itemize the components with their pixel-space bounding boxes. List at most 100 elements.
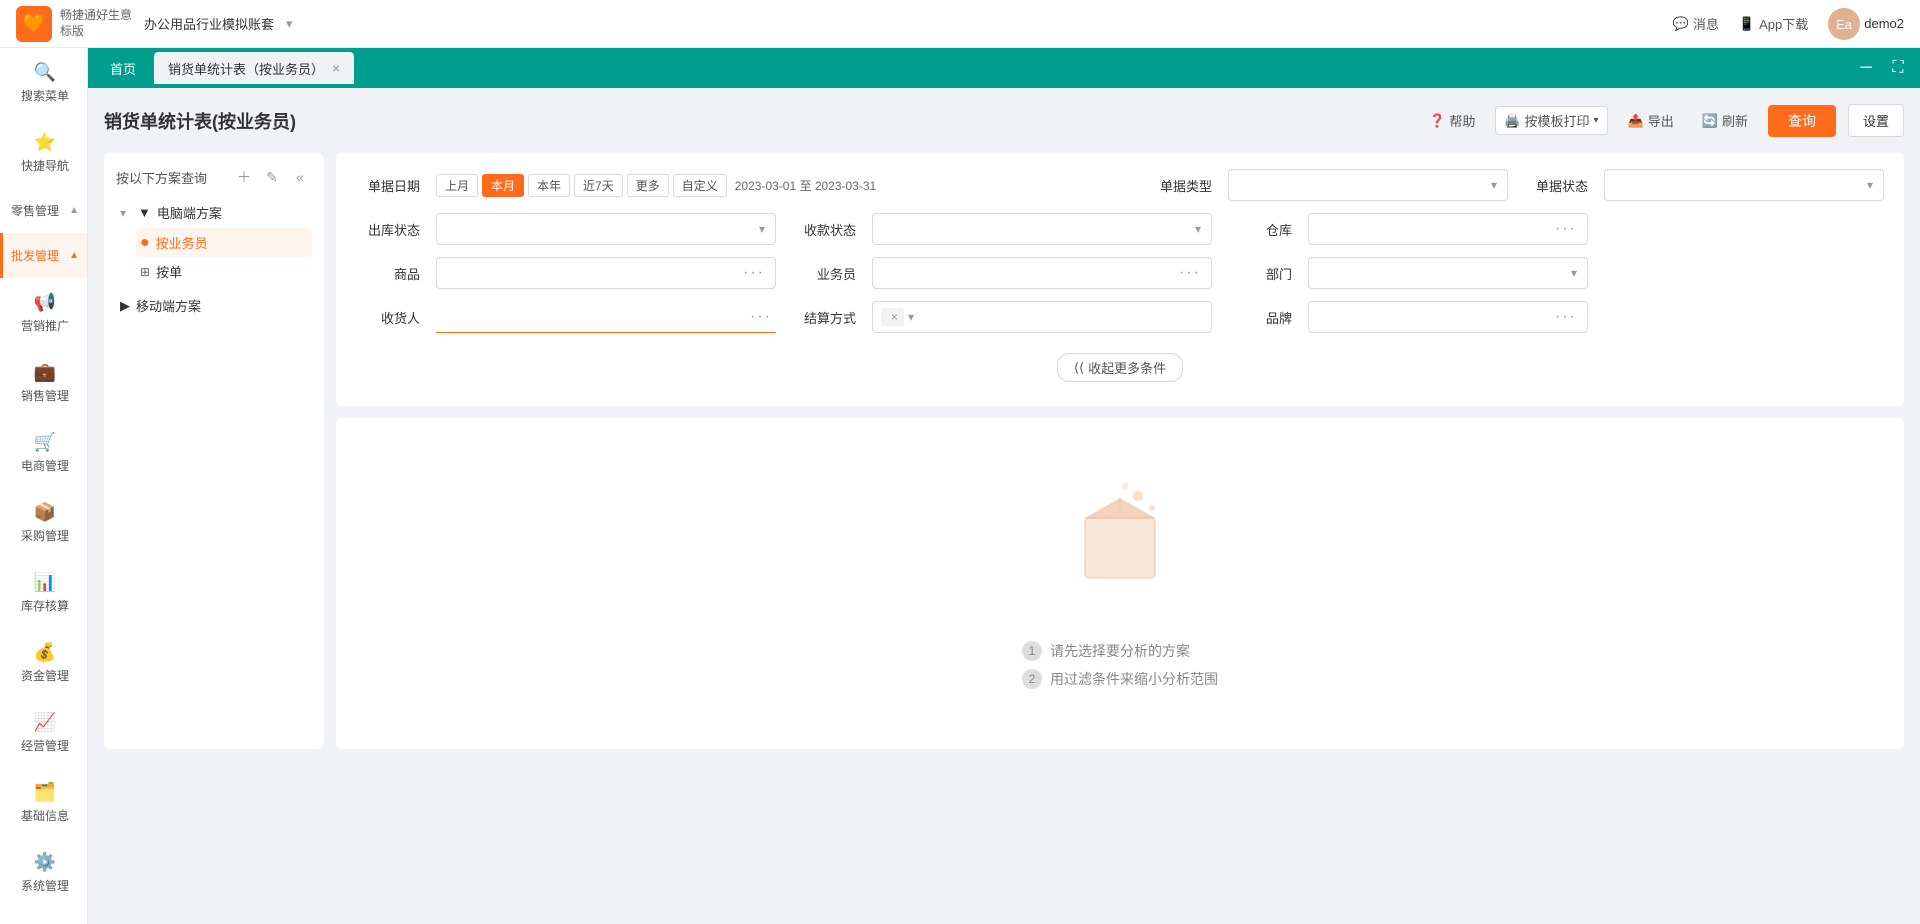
- edit-scheme-btn[interactable]: ✎: [260, 165, 284, 189]
- sidebar-item-wholesale[interactable]: 批发管理 ▲: [0, 233, 87, 278]
- grid-icon: ⊞: [140, 265, 150, 279]
- refresh-icon: 🔄: [1702, 113, 1718, 129]
- collapse-btn[interactable]: ⟨⟨ 收起更多条件: [1057, 353, 1183, 382]
- sidebar-item-nav[interactable]: ⭐ 快捷导航: [0, 118, 87, 188]
- help-btn[interactable]: ❓ 帮助: [1421, 107, 1483, 134]
- outbound-select[interactable]: [436, 213, 776, 245]
- collapse-panel-btn[interactable]: «: [288, 165, 312, 189]
- salesperson-select[interactable]: ···: [872, 257, 1212, 289]
- recipient-dots: ···: [750, 308, 772, 326]
- collapse-row: ⟨⟨ 收起更多条件: [356, 345, 1884, 390]
- payment-select[interactable]: [872, 213, 1212, 245]
- pc-expand-icon: [120, 206, 132, 220]
- logo-area: 🧡 畅捷通好生意 标版: [16, 6, 132, 42]
- page-wrapper: 销货单统计表(按业务员) ❓ 帮助 🖨️ 按模板打印 ▾ 📤: [88, 88, 1920, 924]
- department-label: 部门: [1228, 264, 1292, 283]
- payment-label: 收款状态: [792, 220, 856, 239]
- settlement-select[interactable]: ×: [872, 301, 1212, 333]
- sidebar-item-search[interactable]: 🔍 搜索菜单: [0, 48, 87, 118]
- last7-btn[interactable]: 近7天: [574, 174, 623, 197]
- user-menu[interactable]: Ea demo2: [1828, 8, 1904, 40]
- sidebar-item-system[interactable]: ⚙️ 系统管理: [0, 838, 87, 908]
- template-print-btn[interactable]: 🖨️ 按模板打印 ▾: [1495, 106, 1607, 135]
- doc-status-arrow: [1867, 178, 1873, 192]
- logo-icon: 🧡: [16, 6, 52, 42]
- filter-row-2: 出库状态 收款状态 仓库: [356, 213, 1884, 245]
- purchase-icon: 📦: [34, 502, 56, 523]
- tab-expand-btn[interactable]: ⛶: [1884, 54, 1912, 82]
- left-panel-header: 按以下方案查询 ＋ ✎ «: [116, 165, 312, 189]
- sidebar-item-business[interactable]: 📈 经营管理: [0, 698, 87, 768]
- date-btns: 上月 本月 本年 近7天 更多 自定义: [436, 174, 727, 197]
- doc-status-select[interactable]: [1604, 169, 1884, 201]
- warehouse-dots: ···: [1555, 220, 1577, 238]
- brand-dots: ···: [1555, 308, 1577, 326]
- product-select[interactable]: ···: [436, 257, 776, 289]
- this-month-btn[interactable]: 本月: [482, 174, 524, 197]
- doc-type-arrow: [1491, 178, 1497, 192]
- recipient-label: 收货人: [356, 308, 420, 327]
- system-dropdown[interactable]: ▾: [286, 16, 293, 32]
- outbound-arrow: [759, 222, 765, 236]
- ecom-icon: 🛒: [34, 432, 56, 453]
- sidebar-item-marketing[interactable]: 📢 营销推广: [0, 278, 87, 348]
- tab-home[interactable]: 首页: [96, 52, 150, 84]
- sidebar: 🔍 搜索菜单 ⭐ 快捷导航 零售管理 ▲ 批发管理 ▲ 📢 营销推广 💼 销售管…: [0, 48, 88, 924]
- avatar: Ea: [1828, 8, 1860, 40]
- main-layout: 🔍 搜索菜单 ⭐ 快捷导航 零售管理 ▲ 批发管理 ▲ 📢 营销推广 💼 销售管…: [0, 48, 1920, 924]
- settlement-arrow: [908, 310, 914, 324]
- svg-text:Ea: Ea: [1836, 17, 1853, 32]
- department-select[interactable]: [1308, 257, 1588, 289]
- last-month-btn[interactable]: 上月: [436, 174, 478, 197]
- sidebar-item-collab[interactable]: 🤝 企业协同: [0, 908, 87, 924]
- sidebar-item-ecom[interactable]: 🛒 电商管理: [0, 418, 87, 488]
- basic-icon: 🗂️: [34, 782, 56, 803]
- salesperson-active-icon: ●: [140, 234, 150, 252]
- tree-salesperson-item[interactable]: ● 按业务员: [136, 228, 312, 257]
- sidebar-item-finance[interactable]: 💰 资金管理: [0, 628, 87, 698]
- recipient-input[interactable]: ···: [436, 301, 776, 333]
- this-year-btn[interactable]: 本年: [528, 174, 570, 197]
- tab-minimize-btn[interactable]: ─: [1852, 54, 1880, 82]
- date-range-text: 2023-03-01 至 2023-03-31: [735, 177, 876, 194]
- product-dots: ···: [743, 264, 765, 282]
- empty-state: 1 请先选择要分析的方案 2 用过滤条件来缩小分析范围: [336, 418, 1904, 749]
- more-btn[interactable]: 更多: [627, 174, 669, 197]
- export-btn[interactable]: 📤 导出: [1620, 107, 1682, 134]
- sidebar-item-retail[interactable]: 零售管理 ▲: [0, 188, 87, 233]
- brand-select[interactable]: ···: [1308, 301, 1588, 333]
- custom-btn[interactable]: 自定义: [673, 174, 727, 197]
- main-content-row: 按以下方案查询 ＋ ✎ « ▼ 电脑端方案: [104, 153, 1904, 749]
- warehouse-select[interactable]: ···: [1308, 213, 1588, 245]
- page-content: 销货单统计表(按业务员) ❓ 帮助 🖨️ 按模板打印 ▾ 📤: [88, 88, 1920, 924]
- content-area: 首页 销货单统计表（按业务员） × ─ ⛶ 销货单统计表(按业务员): [88, 48, 1920, 924]
- tree-mobile-section[interactable]: ▶ 移动端方案: [116, 290, 312, 321]
- doc-type-label: 单据类型: [1148, 176, 1212, 195]
- tree-bybill-item[interactable]: ⊞ 按单: [136, 257, 312, 286]
- salesperson-dots: ···: [1179, 264, 1201, 282]
- payment-arrow: [1195, 222, 1201, 236]
- sidebar-item-basic[interactable]: 🗂️ 基础信息: [0, 768, 87, 838]
- sidebar-item-purchase[interactable]: 📦 采购管理: [0, 488, 87, 558]
- app-download-btn[interactable]: 📱 App下载: [1739, 14, 1808, 33]
- page-title-bar: 销货单统计表(按业务员) ❓ 帮助 🖨️ 按模板打印 ▾ 📤: [104, 104, 1904, 137]
- settings-btn[interactable]: 设置: [1848, 104, 1904, 137]
- doc-type-select[interactable]: [1228, 169, 1508, 201]
- refresh-btn[interactable]: 🔄 刷新: [1694, 107, 1756, 134]
- empty-tip-2: 2 用过滤条件来缩小分析范围: [1022, 669, 1218, 689]
- sales-icon: 💼: [34, 362, 56, 383]
- settlement-tag-close[interactable]: ×: [891, 310, 898, 324]
- messages-btn[interactable]: 💬 消息: [1673, 14, 1719, 33]
- tab-close-icon[interactable]: ×: [332, 61, 340, 75]
- product-label: 商品: [356, 264, 420, 283]
- add-scheme-btn[interactable]: ＋: [232, 165, 256, 189]
- sidebar-item-sales[interactable]: 💼 销售管理: [0, 348, 87, 418]
- wholesale-arrow: ▲: [69, 250, 79, 261]
- query-btn[interactable]: 查询: [1768, 105, 1836, 137]
- sidebar-item-inventory[interactable]: 📊 库存核算: [0, 558, 87, 628]
- tree-pc-section[interactable]: ▼ 电脑端方案: [116, 197, 312, 228]
- brand-label: 品牌: [1228, 308, 1292, 327]
- tab-sales-stats[interactable]: 销货单统计表（按业务员） ×: [154, 52, 354, 84]
- tab-bar: 首页 销货单统计表（按业务员） × ─ ⛶: [88, 48, 1920, 88]
- empty-tips: 1 请先选择要分析的方案 2 用过滤条件来缩小分析范围: [1022, 641, 1218, 689]
